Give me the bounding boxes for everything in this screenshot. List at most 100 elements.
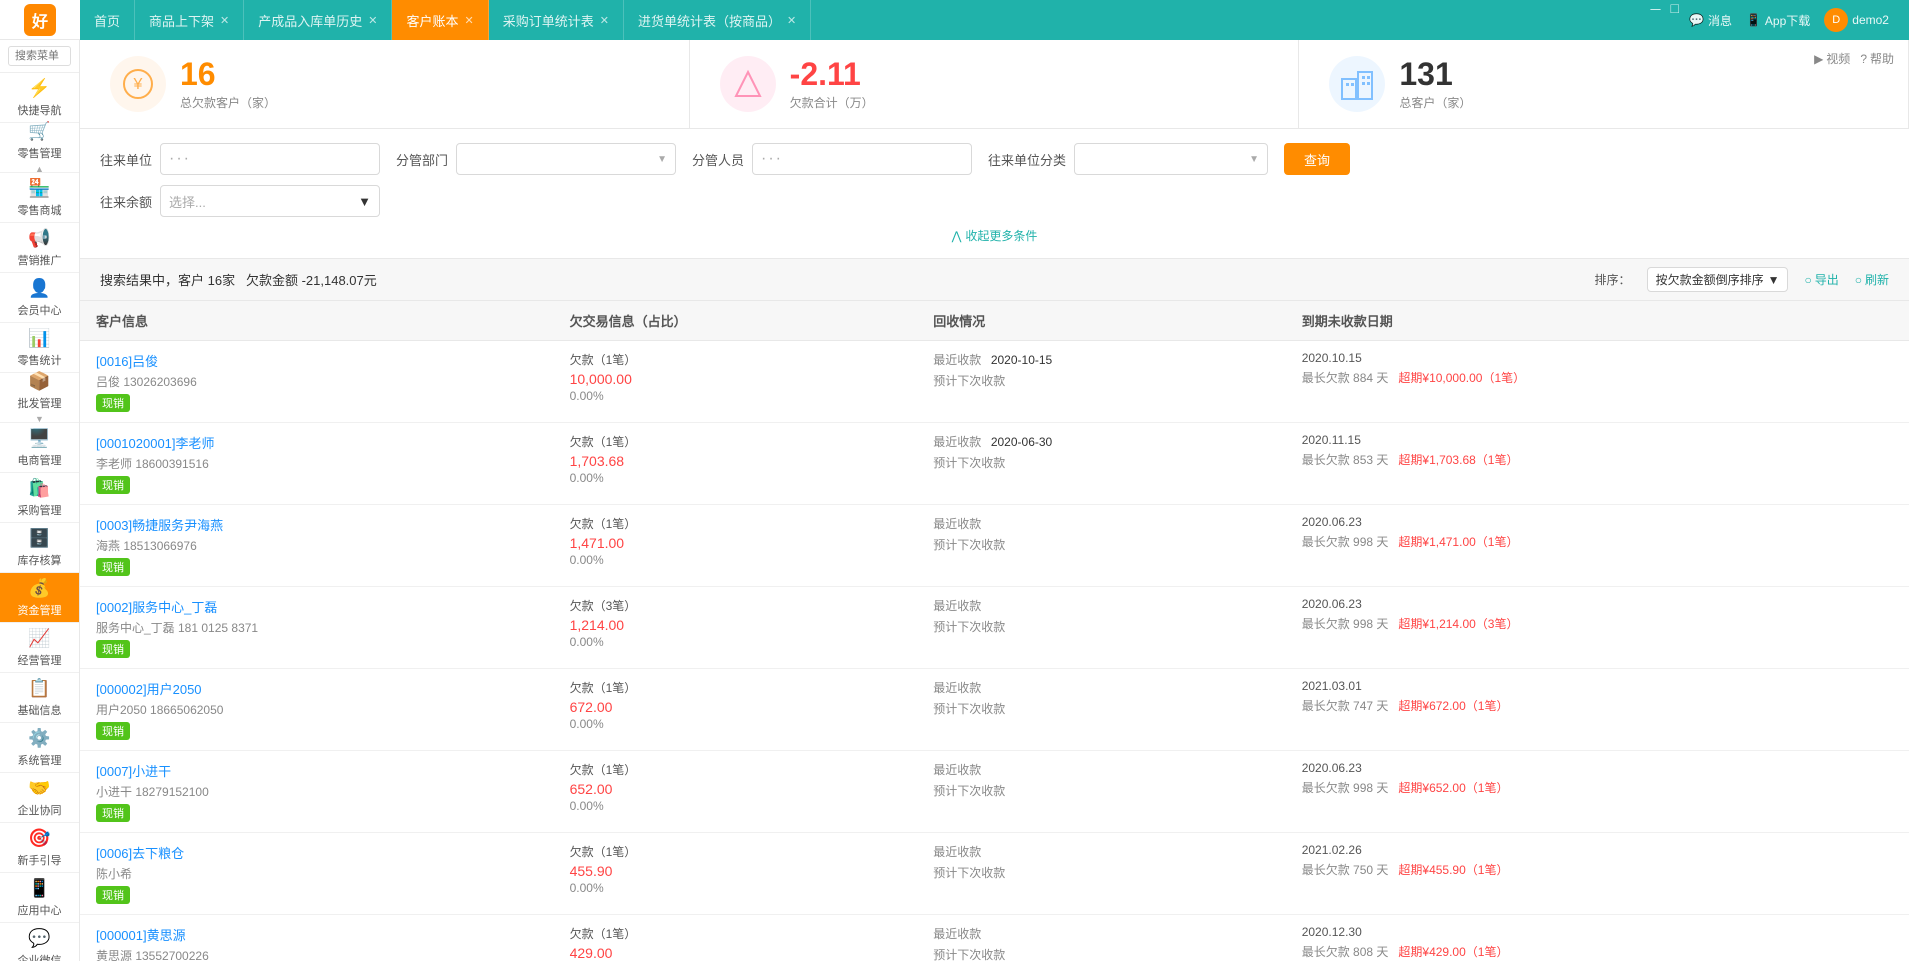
sidebar-item-newbie[interactable]: 🎯 新手引导	[0, 823, 79, 873]
customer-name-link[interactable]: [0007]小进干	[96, 761, 538, 780]
sidebar-item-system[interactable]: ⚙️ 系统管理	[0, 723, 79, 773]
download-icon: 📱	[1746, 13, 1761, 27]
sidebar-item-inventory[interactable]: 🗄️ 库存核算	[0, 523, 79, 573]
sidebar-item-member-center[interactable]: 👤 会员中心	[0, 273, 79, 323]
tab-product-history[interactable]: 产成品入库单历史 ✕	[244, 0, 392, 40]
sidebar-item-app-center[interactable]: 📱 应用中心	[0, 873, 79, 923]
close-tab-customer-account[interactable]: ✕	[465, 14, 474, 27]
app-download-button[interactable]: 📱 App下载	[1746, 12, 1810, 29]
collapse-button[interactable]: ⋀ 收起更多条件	[952, 227, 1038, 244]
sidebar-item-batch-mgmt[interactable]: 📦 批发管理 ▼	[0, 373, 79, 423]
debt-count: 欠款（1笔）	[570, 515, 902, 532]
sidebar-item-enterprise[interactable]: 🤝 企业协同	[0, 773, 79, 823]
customer-name-link[interactable]: [000001]黄思源	[96, 925, 538, 944]
refresh-button[interactable]: ○ 刷新	[1855, 271, 1889, 288]
tab-purchase-summary[interactable]: 采购订单统计表 ✕	[489, 0, 624, 40]
sort-select[interactable]: 按欠款金额倒序排序 ▼	[1647, 267, 1789, 292]
finance-icon: 💰	[28, 578, 50, 599]
minimize-button[interactable]: －	[1649, 0, 1663, 40]
logo-area: 好	[0, 0, 80, 40]
overdue-amount-link[interactable]: 超期¥455.90（1笔）	[1398, 863, 1508, 877]
chevron-down-icon-batch: ▼	[35, 414, 44, 424]
debt-count: 欠款（1笔）	[570, 925, 902, 942]
customer-name-link[interactable]: [0003]畅捷服务尹海燕	[96, 515, 538, 534]
tab-customer-account[interactable]: 客户账本 ✕	[392, 0, 488, 40]
customer-name-link[interactable]: [000002]用户2050	[96, 679, 538, 698]
debt-percent: 0.00%	[570, 471, 902, 485]
manager-input[interactable]: ···	[752, 143, 972, 175]
customer-name-link[interactable]: [0001020001]李老师	[96, 433, 538, 452]
table-header-row: 客户信息 欠交易信息（占比） 回收情况 到期未收款日期	[80, 301, 1909, 341]
overdue-amount-link[interactable]: 超期¥1,471.00（1笔）	[1398, 535, 1518, 549]
sidebar-item-finance[interactable]: 💰 资金管理	[0, 573, 79, 623]
user-avatar[interactable]: D demo2	[1824, 8, 1889, 32]
unit-category-select[interactable]: ▼	[1074, 143, 1268, 175]
table-container: 客户信息 欠交易信息（占比） 回收情况 到期未收款日期 [0016]吕俊 吕俊 …	[80, 301, 1909, 961]
query-button[interactable]: 查询	[1284, 143, 1350, 175]
sidebar-item-purchase-mgmt[interactable]: 🛍️ 采购管理	[0, 473, 79, 523]
customer-name-link[interactable]: [0002]服务中心_丁磊	[96, 597, 538, 616]
from-unit-input[interactable]: ···	[160, 143, 380, 175]
tab-product-off[interactable]: 商品上下架 ✕	[135, 0, 244, 40]
results-summary: 搜索结果中，客户 16家 欠款金额 -21,148.07元	[100, 270, 377, 289]
last-payment-label: 最近收款	[933, 927, 981, 941]
overdue-amount-link[interactable]: 超期¥1,214.00（3笔）	[1398, 617, 1518, 631]
sidebar-item-basic-info[interactable]: 📋 基础信息	[0, 673, 79, 723]
dept-select[interactable]: ▼	[456, 143, 676, 175]
overdue-amount-link[interactable]: 超期¥672.00（1笔）	[1398, 699, 1508, 713]
overdue-amount-link[interactable]: 超期¥429.00（1笔）	[1398, 945, 1508, 959]
enterprise-icon: 🤝	[28, 778, 50, 799]
close-tab-product-off[interactable]: ✕	[220, 14, 229, 27]
debt-amount[interactable]: 1,703.68	[570, 453, 902, 469]
debt-amount[interactable]: 1,471.00	[570, 535, 902, 551]
customer-name-link[interactable]: [0006]去下粮仓	[96, 843, 538, 862]
customer-phone: 黄思源 13552700226	[96, 947, 538, 961]
sidebar-item-retail-mall[interactable]: 🏪 零售商城	[0, 173, 79, 223]
overdue-amount-link[interactable]: 超期¥10,000.00（1笔）	[1398, 371, 1525, 385]
last-payment: 最近收款	[933, 843, 1270, 860]
last-payment: 最近收款	[933, 761, 1270, 778]
overdue-info: 最长欠款 750 天 超期¥455.90（1笔）	[1302, 861, 1893, 878]
customer-tag: 现销	[96, 558, 130, 576]
debt-amount[interactable]: 429.00	[570, 945, 902, 961]
balance-select[interactable]: 选择... ▼	[160, 185, 380, 217]
balance-label: 往来余额	[100, 192, 152, 211]
sidebar-item-operations[interactable]: 📈 经营管理	[0, 623, 79, 673]
filter-area: 往来单位 ··· 分管部门 ▼ 分管人员	[80, 129, 1909, 259]
debt-amount[interactable]: 652.00	[570, 781, 902, 797]
help-button[interactable]: ? 帮助	[1860, 50, 1894, 67]
maximize-button[interactable]: □	[1671, 0, 1679, 40]
overdue-info: 最长欠款 853 天 超期¥1,703.68（1笔）	[1302, 451, 1893, 468]
close-tab-product-history[interactable]: ✕	[368, 14, 377, 27]
sidebar-item-enterprise-wechat[interactable]: 💬 企业微信	[0, 923, 79, 961]
tab-stock-summary[interactable]: 进货单统计表（按商品） ✕	[624, 0, 811, 40]
search-input[interactable]	[8, 46, 71, 66]
nav-tabs: 首页 商品上下架 ✕ 产成品入库单历史 ✕ 客户账本 ✕ 采购订单统计表 ✕ 进…	[80, 0, 1689, 40]
next-payment: 预计下次收款	[933, 700, 1270, 717]
debt-amount[interactable]: 10,000.00	[570, 371, 902, 387]
debt-amount[interactable]: 1,214.00	[570, 617, 902, 633]
sidebar-item-retail-mgmt[interactable]: 🛒 零售管理 ▲	[0, 123, 79, 173]
debt-amount[interactable]: 672.00	[570, 699, 902, 715]
stat-top-actions: ▶ 视频 ? 帮助	[1814, 50, 1894, 67]
tab-home[interactable]: 首页	[80, 0, 135, 40]
debt-amount[interactable]: 455.90	[570, 863, 902, 879]
debt-percent: 0.00%	[570, 717, 902, 731]
sidebar-item-ecommerce[interactable]: 🖥️ 电商管理	[0, 423, 79, 473]
close-tab-stock-summary[interactable]: ✕	[787, 14, 796, 27]
sidebar-item-marketing[interactable]: 📢 营销推广	[0, 223, 79, 273]
member-icon: 👤	[28, 278, 50, 299]
sidebar-item-quick-nav[interactable]: ⚡ 快捷导航	[0, 73, 79, 123]
customer-tag: 现销	[96, 476, 130, 494]
content-area: ¥ 16 总欠款客户（家） -2.11 欠款合计（万）	[80, 40, 1909, 961]
export-button[interactable]: ○ 导出	[1804, 271, 1838, 288]
message-button[interactable]: 💬 消息	[1689, 12, 1732, 29]
overdue-amount-link[interactable]: 超期¥652.00（1笔）	[1398, 781, 1508, 795]
close-tab-purchase-summary[interactable]: ✕	[600, 14, 609, 27]
customer-name-link[interactable]: [0016]吕俊	[96, 351, 538, 370]
overdue-amount-link[interactable]: 超期¥1,703.68（1笔）	[1398, 453, 1518, 467]
sidebar-item-retail-stats[interactable]: 📊 零售统计	[0, 323, 79, 373]
refresh-icon: ○	[1855, 273, 1862, 287]
video-icon: ▶	[1814, 52, 1823, 66]
video-help-button[interactable]: ▶ 视频	[1814, 50, 1850, 67]
